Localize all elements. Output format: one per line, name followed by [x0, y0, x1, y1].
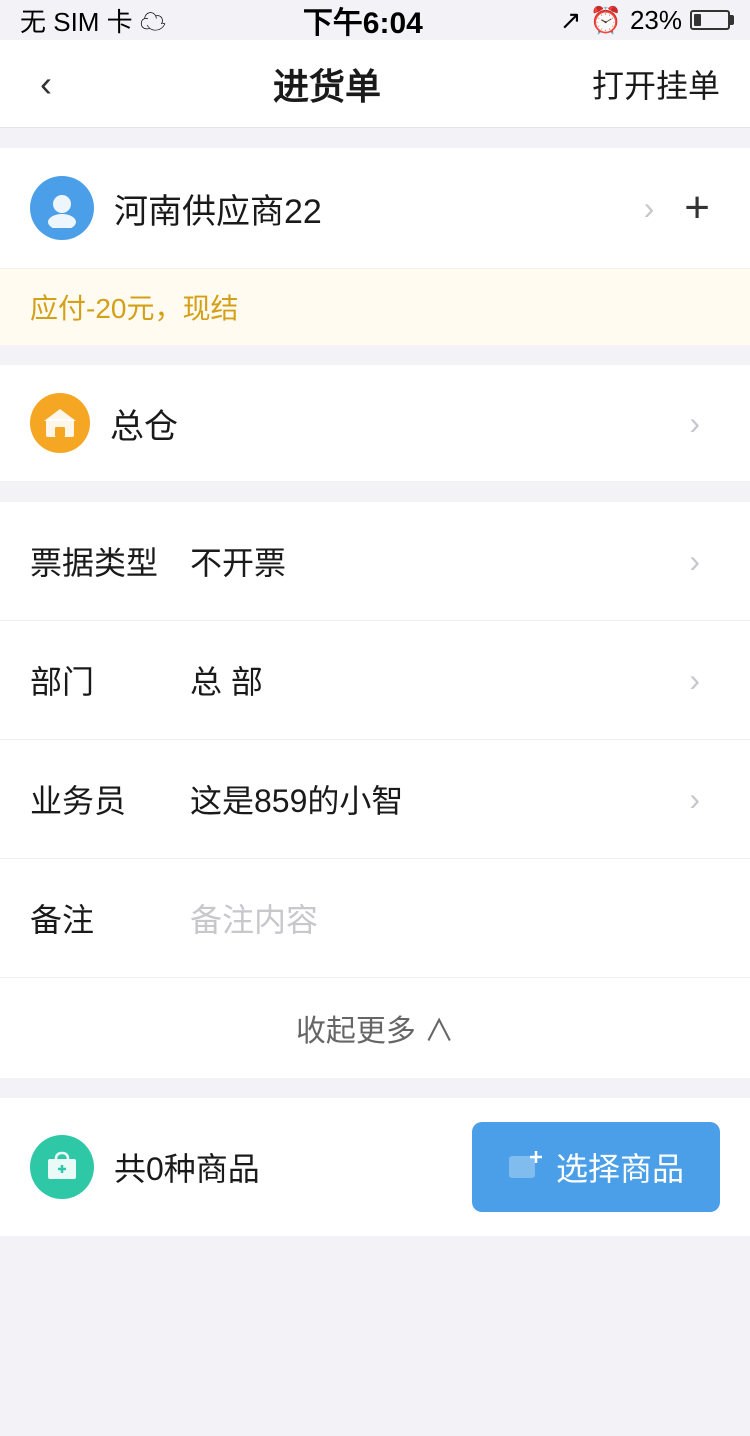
section-gap-1 [0, 128, 750, 148]
supplier-section: 河南供应商22 › + 应付-20元，现结 [0, 148, 750, 345]
department-chevron-icon: › [689, 662, 700, 699]
ticket-type-value: 不开票 [190, 538, 689, 584]
department-value: 总 部 [190, 657, 689, 703]
salesperson-chevron-icon: › [689, 781, 700, 818]
salesperson-label: 业务员 [30, 776, 170, 822]
supplier-row[interactable]: 河南供应商22 › + [0, 148, 750, 269]
nav-bar: ‹ 进货单 打开挂单 [0, 40, 750, 128]
select-product-icon [508, 1149, 544, 1185]
remark-label: 备注 [30, 895, 170, 941]
open-pending-button[interactable]: 打开挂单 [592, 61, 720, 107]
status-right: ↗ ⏰ 23% [560, 5, 730, 36]
warehouse-chevron-icon: › [689, 405, 700, 442]
page-background [0, 1236, 750, 1436]
salesperson-row[interactable]: 业务员 这是859的小智 › [0, 740, 750, 859]
salesperson-value: 这是859的小智 [190, 776, 689, 822]
form-section: 票据类型 不开票 › 部门 总 部 › 业务员 这是859的小智 › 备注 备注… [0, 502, 750, 978]
department-label: 部门 [30, 657, 170, 703]
warehouse-name: 总仓 [110, 399, 689, 448]
remark-input[interactable]: 备注内容 [190, 895, 720, 941]
back-button[interactable]: ‹ [30, 53, 62, 115]
remark-row[interactable]: 备注 备注内容 [0, 859, 750, 978]
supplier-avatar [30, 176, 94, 240]
battery-percent: 23% [630, 5, 682, 36]
notice-text: 应付-20元，现结 [30, 293, 238, 324]
department-row[interactable]: 部门 总 部 › [0, 621, 750, 740]
product-icon [30, 1135, 94, 1199]
select-product-label: 选择商品 [556, 1144, 684, 1190]
warehouse-icon [30, 393, 90, 453]
supplier-chevron-icon: › [644, 190, 655, 227]
ticket-type-label: 票据类型 [30, 538, 170, 584]
battery-icon [690, 10, 730, 30]
product-bar: 共0种商品 选择商品 [0, 1098, 750, 1236]
status-left: 无 SIM 卡 ☁ [20, 2, 166, 39]
collapse-label: 收起更多 ∧ [296, 1006, 454, 1050]
notice-bar: 应付-20元，现结 [0, 269, 750, 345]
warehouse-row[interactable]: 总仓 › [0, 365, 750, 482]
alarm-icon: ⏰ [590, 5, 622, 36]
no-sim-text: 无 SIM 卡 ☁ [20, 2, 166, 39]
supplier-name: 河南供应商22 [114, 184, 644, 233]
location-icon: ↗ [560, 5, 582, 36]
page-title: 进货单 [273, 58, 381, 110]
select-product-button[interactable]: 选择商品 [472, 1122, 720, 1212]
ticket-type-row[interactable]: 票据类型 不开票 › [0, 502, 750, 621]
status-time: 下午6:04 [303, 0, 423, 42]
ticket-chevron-icon: › [689, 543, 700, 580]
add-supplier-button[interactable]: + [674, 183, 720, 233]
collapse-row[interactable]: 收起更多 ∧ [0, 978, 750, 1078]
status-bar: 无 SIM 卡 ☁ 下午6:04 ↗ ⏰ 23% [0, 0, 750, 40]
product-count: 共0种商品 [114, 1144, 472, 1190]
